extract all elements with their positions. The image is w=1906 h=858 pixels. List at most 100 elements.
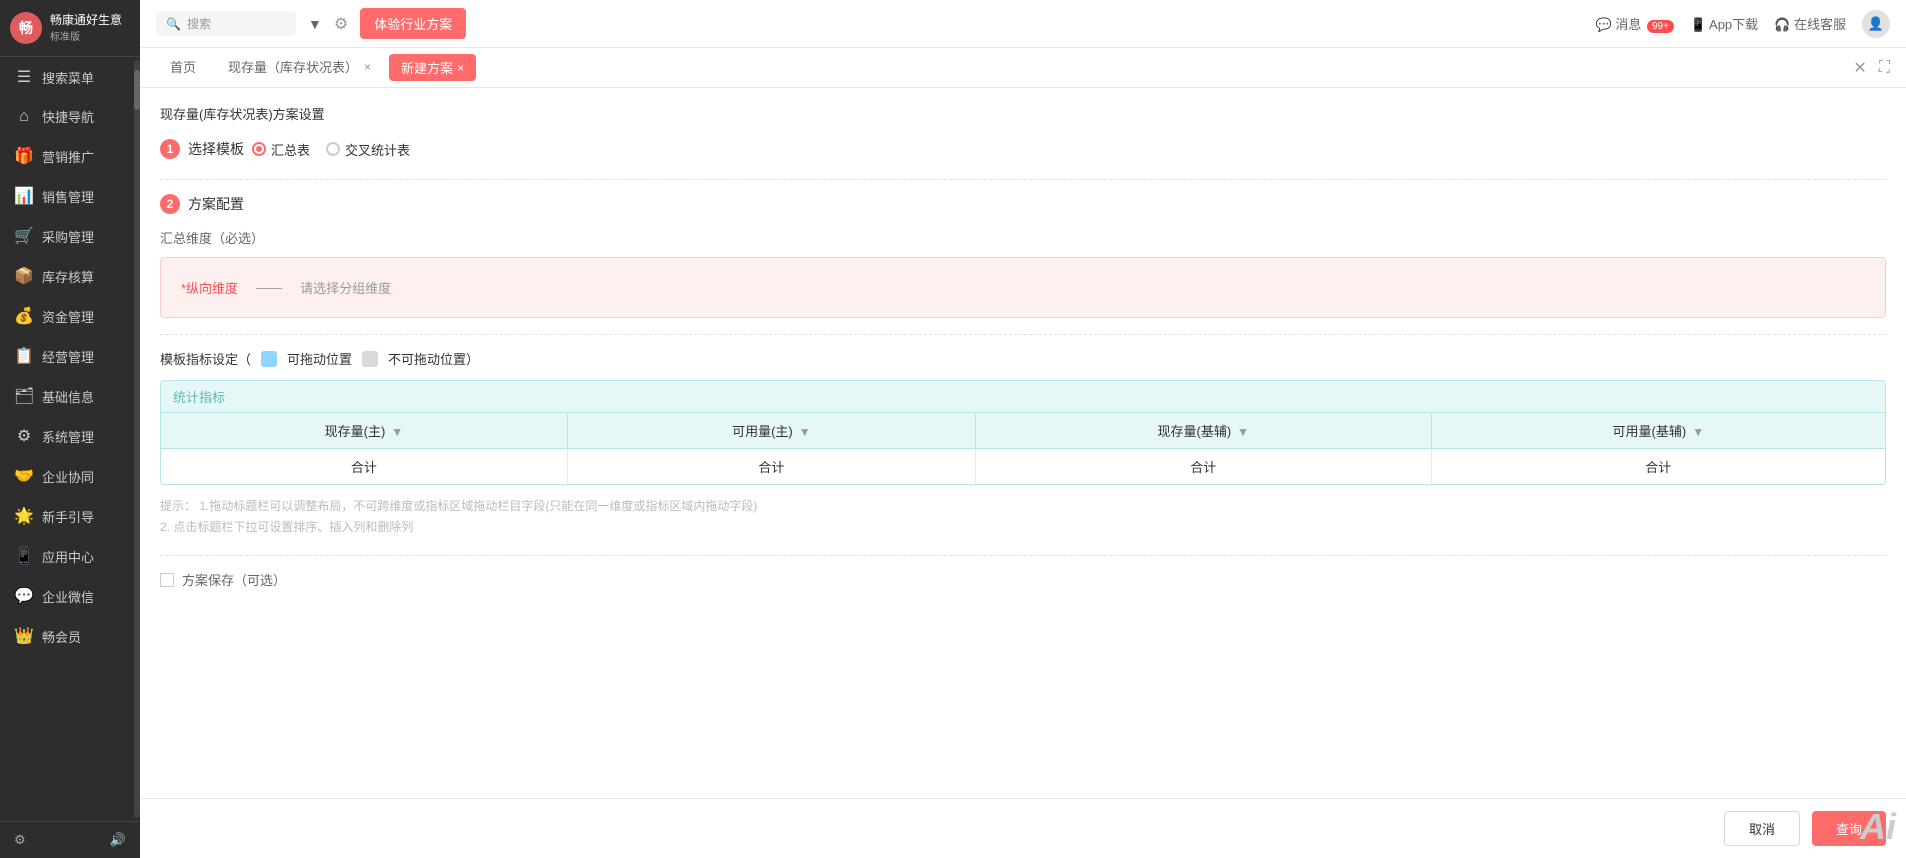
section1-num: 1 [160, 139, 180, 159]
sidebar-label-enterprise: 企业协同 [42, 467, 94, 486]
sidebar-item-sales[interactable]: 📊销售管理 [0, 176, 140, 216]
col-dropdown-col2[interactable]: ▼ [799, 425, 811, 439]
quick-nav-icon: ⌂ [14, 108, 34, 126]
cancel-button[interactable]: 取消 [1724, 811, 1800, 846]
tabbar: 首页 现存量（库存状况表） × 新建方案 × ✕ ⛶ [140, 48, 1906, 88]
col-cell-col3: 合计 [975, 449, 1431, 485]
settings-icon[interactable]: ⚙ [14, 832, 26, 848]
topbar: 🔍 搜索 ▼ ⚙ 体验行业方案 💬 消息 99+ 📱 App下载 🎧 在线客服 … [140, 0, 1906, 48]
new-guide-icon: 🌟 [14, 506, 34, 526]
dimension-placeholder[interactable]: 请选择分组维度 [300, 278, 391, 297]
sidebar-item-new-guide[interactable]: 🌟 新手引导 [0, 496, 140, 536]
content-area: 现存量(库存状况表)方案设置 1 选择模板 汇总表 交叉统计表 [140, 88, 1906, 798]
hint-item-1: 2. 点击标题栏下拉可设置排序、插入列和删除列 [160, 518, 1886, 535]
tab-expand-icon[interactable]: ⛶ [1879, 59, 1890, 77]
sidebar-label-system: 系统管理 [42, 427, 94, 446]
sidebar-item-finance[interactable]: 💰 资金管理 [0, 296, 140, 336]
sidebar-label-finance: 资金管理 [42, 307, 94, 326]
system-icon: ⚙ [14, 426, 34, 446]
sidebar-item-marketing[interactable]: 🎁营销推广 [0, 136, 140, 176]
radio-cross-circle [326, 142, 340, 156]
sidebar-item-search-menu[interactable]: ☰搜索菜单 [0, 57, 140, 97]
gear-icon[interactable]: ⚙ [334, 14, 348, 34]
sidebar-item-app-center[interactable]: 📱应用中心 [0, 536, 140, 576]
brand-logo: 畅 [10, 12, 42, 44]
indicator-setting: 模板指标设定（ 可拖动位置 不可拖动位置） [160, 349, 1886, 368]
speaker-icon[interactable]: 🔊 [110, 832, 126, 848]
finance-icon: 💰 [14, 306, 34, 326]
section-config: 2 方案配置 汇总维度（必选） *纵向维度 —— 请选择分组维度 模板指标设定（… [160, 194, 1886, 535]
table-body-row: 合计合计合计合计 [161, 449, 1885, 485]
col-dropdown-col4[interactable]: ▼ [1692, 425, 1704, 439]
hints: 提示： 1.拖动标题栏可以调整布局，不可跨维度或指标区域拖动栏目字段(只能在同一… [160, 497, 1886, 535]
col-header-col2[interactable]: 可用量(主) ▼ [567, 413, 975, 449]
sidebar-label-new-guide: 新手引导 [42, 507, 94, 526]
message-badge: 99+ [1647, 20, 1674, 33]
basic-info-icon: 🗂 [14, 386, 34, 406]
query-button[interactable]: 查询 [1812, 811, 1886, 846]
sidebar-label-management: 经营管理 [42, 347, 94, 366]
col-dropdown-col3[interactable]: ▼ [1237, 425, 1249, 439]
wechat-icon: 💬 [14, 586, 34, 606]
divider1 [160, 179, 1886, 180]
col-cell-col2: 合计 [567, 449, 975, 485]
table-header-row: 现存量(主) ▼ 可用量(主) ▼ 现存量(基辅) ▼ 可用量(基辅) ▼ [161, 413, 1885, 449]
divider3 [160, 555, 1886, 556]
search-dropdown-btn[interactable]: ▼ [308, 16, 322, 32]
trial-btn[interactable]: 体验行业方案 [360, 8, 466, 39]
tab-new-plan-close[interactable]: × [457, 61, 464, 75]
save-option: 方案保存（可选） [160, 570, 1886, 589]
search-menu-icon: ☰ [14, 67, 34, 87]
hint-item-0: 提示： 1.拖动标题栏可以调整布局，不可跨维度或指标区域拖动栏目字段(只能在同一… [160, 497, 1886, 514]
draggable-label: 可拖动位置 [287, 349, 352, 368]
col-header-col3[interactable]: 现存量(基辅) ▼ [975, 413, 1431, 449]
purchase-icon: 🛒 [14, 226, 34, 246]
app-download-link[interactable]: 📱 App下载 [1690, 14, 1758, 33]
dimension-label: *纵向维度 [181, 278, 238, 297]
search-box[interactable]: 🔍 搜索 [156, 11, 296, 36]
col-header-col4[interactable]: 可用量(基辅) ▼ [1431, 413, 1885, 449]
sidebar-item-enterprise[interactable]: 🤝企业协同 [0, 456, 140, 496]
col-label-col4: 可用量(基辅) [1613, 424, 1687, 439]
indicator-label-text: 模板指标设定（ [160, 349, 251, 368]
col-header-col1[interactable]: 现存量(主) ▼ [161, 413, 567, 449]
sidebar-item-wechat[interactable]: 💬 企业微信 [0, 576, 140, 616]
col-cell-col4: 合计 [1431, 449, 1885, 485]
col-label-col1: 现存量(主) [325, 424, 386, 439]
sidebar-label-wechat: 企业微信 [42, 587, 94, 606]
aggregate-label: 汇总维度（必选） [160, 228, 1886, 247]
sidebar-item-member[interactable]: 👑畅会员 [0, 616, 140, 656]
message-link[interactable]: 💬 消息 99+ [1596, 14, 1674, 33]
sidebar-label-purchase: 采购管理 [42, 227, 94, 246]
tab-inventory-status[interactable]: 现存量（库存状况表） × [214, 49, 385, 86]
tab-new-plan-label: 新建方案 [401, 58, 453, 77]
user-avatar[interactable]: 👤 [1862, 10, 1890, 38]
sidebar: 畅 畅康通好生意 标准版 ☰搜索菜单⌂快捷导航🎁营销推广📊销售管理🛒采购管理📦库… [0, 0, 140, 858]
stats-section-title: 统计指标 [161, 381, 1885, 413]
sidebar-item-quick-nav[interactable]: ⌂快捷导航 [0, 97, 140, 136]
sidebar-item-basic-info[interactable]: 🗂基础信息 [0, 376, 140, 416]
radio-cross[interactable]: 交叉统计表 [326, 140, 410, 159]
stats-table: 现存量(主) ▼ 可用量(主) ▼ 现存量(基辅) ▼ 可用量(基辅) ▼ 合计合计合计合计 [161, 413, 1885, 484]
section1-title: 选择模板 [188, 139, 244, 159]
tab-new-plan[interactable]: 新建方案 × [389, 54, 476, 81]
sidebar-item-inventory[interactable]: 📦库存核算 [0, 256, 140, 296]
radio-summary-circle [252, 142, 266, 156]
tab-inventory-close[interactable]: × [364, 60, 371, 74]
sidebar-item-purchase[interactable]: 🛒 采购管理 [0, 216, 140, 256]
tab-inventory-label: 现存量（库存状况表） [228, 57, 358, 76]
app-center-icon: 📱 [14, 546, 34, 566]
col-label-col2: 可用量(主) [732, 424, 793, 439]
save-checkbox[interactable] [160, 573, 174, 587]
col-label-col3: 现存量(基辅) [1157, 424, 1231, 439]
sidebar-item-management[interactable]: 📋经营管理 [0, 336, 140, 376]
sidebar-item-system[interactable]: ⚙ 系统管理 [0, 416, 140, 456]
col-dropdown-col1[interactable]: ▼ [391, 425, 403, 439]
section2-title: 方案配置 [188, 194, 244, 214]
tab-close-all-icon[interactable]: ✕ [1853, 58, 1866, 78]
radio-cross-label: 交叉统计表 [345, 140, 410, 159]
sidebar-nav: ☰搜索菜单⌂快捷导航🎁营销推广📊销售管理 🛒 采购管理 📦库存核算 💰 资金管理 📋经营管理… [0, 57, 140, 821]
radio-summary[interactable]: 汇总表 [252, 140, 310, 159]
tab-home[interactable]: 首页 [156, 49, 210, 86]
online-service-link[interactable]: 🎧 在线客服 [1774, 14, 1846, 33]
